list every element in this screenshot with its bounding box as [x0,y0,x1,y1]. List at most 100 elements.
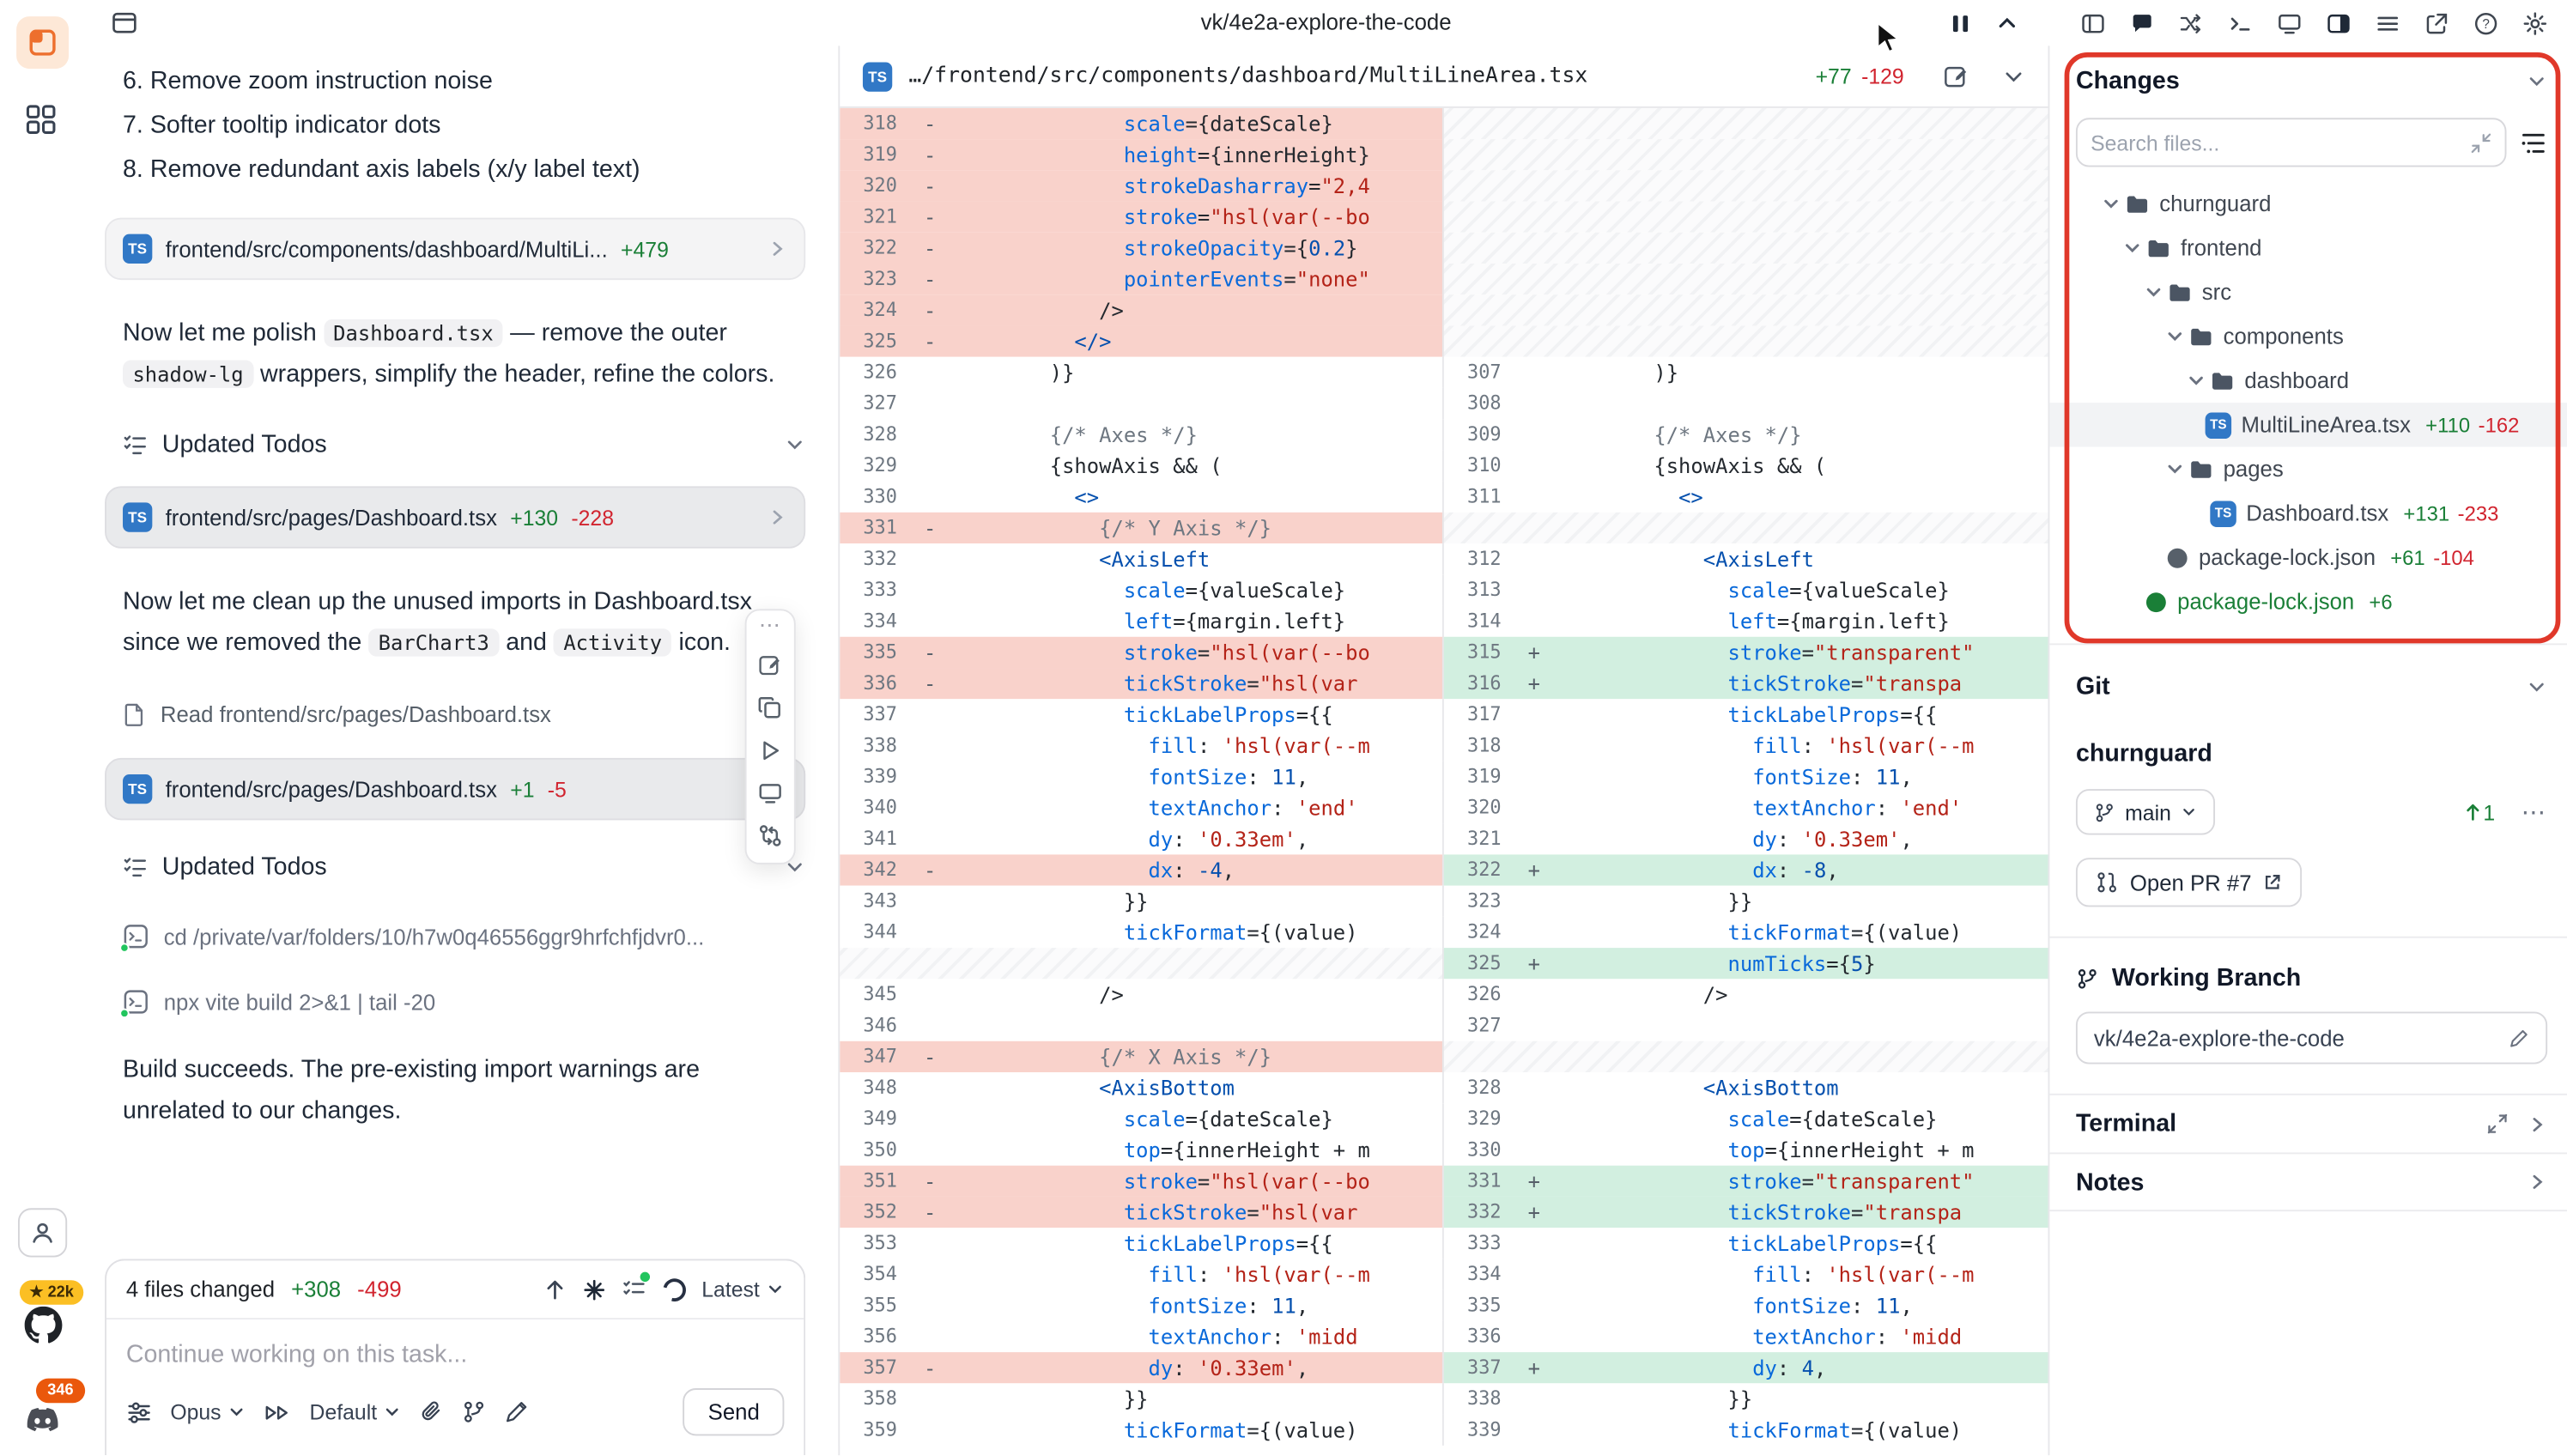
git-header[interactable]: Git [2076,664,2547,707]
diff-code-cell[interactable] [1444,294,2048,325]
diff-code-cell[interactable]: 345 /> [840,979,1444,1010]
diff-row[interactable]: 344 tickFormat={(value)324 tickFormat={(… [840,917,2048,948]
panel-right-icon[interactable] [2327,10,2352,35]
diff-code-cell[interactable]: 336 textAnchor: 'midd [1444,1321,2048,1352]
chevron-down-icon[interactable] [2526,70,2547,91]
diff-code-cell[interactable]: 348 <AxisBottom [840,1072,1444,1103]
diff-row[interactable]: 347- {/* X Axis */} [840,1041,2048,1072]
diff-code-cell[interactable]: 309 {/* Axes */} [1444,419,2048,450]
diff-row[interactable]: 358 }}338 }} [840,1383,2048,1414]
diff-row[interactable]: 325+ numTicks={5} [840,948,2048,979]
diff-code-cell[interactable]: 322+ dx: -8, [1444,854,2048,885]
terminal-panel-header[interactable]: Terminal [2049,1094,2567,1153]
chevron-right-icon[interactable] [2528,1172,2547,1192]
expand-icon[interactable] [2487,1113,2509,1135]
diff-row[interactable]: 324- /> [840,294,2048,325]
latest-dropdown[interactable]: Latest [701,1277,784,1301]
diff-code-cell[interactable]: 318 fill: 'hsl(var(--m [1444,730,2048,761]
terminal-command-row[interactable]: npx vite build 2>&1 | tail -20 [105,984,805,1020]
git-overflow-menu-icon[interactable]: ⋯ [2521,798,2548,827]
diff-row[interactable]: 337 tickLabelProps={{317 tickLabelProps=… [840,699,2048,730]
tree-view-icon[interactable] [2520,129,2547,156]
diff-row[interactable]: 318- scale={dateScale} [840,108,2048,139]
diff-code-cell[interactable]: 331+ stroke="transparent" [1444,1166,2048,1197]
diff-row[interactable]: 346327 [840,1010,2048,1041]
terminal-command-row[interactable]: cd /private/var/folders/10/h7w0q46556ggr… [105,919,805,955]
diff-code-cell[interactable]: 324- /> [840,294,1444,325]
file-search-input[interactable] [2091,130,2461,155]
mode-selector[interactable]: Default [310,1399,402,1424]
collapse-tree-icon[interactable] [2471,132,2492,154]
diff-row[interactable]: 359 tickFormat={(value)339 tickFormat={(… [840,1415,2048,1446]
diff-code-cell[interactable]: 333 tickLabelProps={{ [1444,1228,2048,1259]
updated-todos-row[interactable]: Updated Todos [105,421,805,466]
diff-code-cell[interactable]: 311 <> [1444,482,2048,513]
diff-code-cell[interactable]: 332+ tickStroke="transpa [1444,1197,2048,1228]
diff-code-cell[interactable]: 349 scale={dateScale} [840,1103,1444,1134]
diff-row[interactable]: 340 textAnchor: 'end'320 textAnchor: 'en… [840,792,2048,823]
menu-icon[interactable] [2376,10,2400,35]
notes-panel-header[interactable]: Notes [2049,1152,2567,1211]
diff-code-cell[interactable]: 335 fontSize: 11, [1444,1290,2048,1321]
diff-code-cell[interactable]: 337+ dy: 4, [1444,1352,2048,1383]
diff-row[interactable]: 348 <AxisBottom328 <AxisBottom [840,1072,2048,1103]
diff-code-cell[interactable]: 337 tickLabelProps={{ [840,699,1444,730]
diff-code-cell[interactable] [1444,139,2048,170]
diff-code-cell[interactable]: 359 tickFormat={(value) [840,1415,1444,1446]
diff-code-cell[interactable]: 320- strokeDasharray="2,4 [840,170,1444,201]
tree-folder[interactable]: dashboard [2076,359,2547,403]
diff-code-cell[interactable]: 340 textAnchor: 'end' [840,792,1444,823]
open-pr-button[interactable]: Open PR #7 [2076,858,2303,907]
diff-code-cell[interactable] [840,948,1444,979]
diff-row[interactable]: 343 }}323 }} [840,886,2048,917]
diff-code-cell[interactable]: 325+ numTicks={5} [1444,948,2048,979]
app-logo-icon[interactable] [16,16,69,69]
diff-row[interactable]: 321- stroke="hsl(var(--bo [840,202,2048,233]
tree-folder[interactable]: src [2076,270,2547,314]
diff-code-cell[interactable]: 353 tickLabelProps={{ [840,1228,1444,1259]
tree-folder[interactable]: pages [2076,447,2547,491]
help-icon[interactable]: ? [2473,10,2498,35]
diff-code-cell[interactable] [1444,233,2048,264]
diff-code-cell[interactable]: 339 fontSize: 11, [840,761,1444,792]
chevron-down-icon[interactable] [2526,676,2547,697]
diff-row[interactable]: 357- dy: '0.33em',337+ dy: 4, [840,1352,2048,1383]
terminal-icon[interactable] [2228,10,2253,35]
diff-code-cell[interactable]: 357- dy: '0.33em', [840,1352,1444,1383]
github-icon[interactable] [25,1307,63,1344]
diff-code-cell[interactable]: 330 top={innerHeight + m [1444,1134,2048,1165]
diff-code-cell[interactable]: 354 fill: 'hsl(var(--m [840,1259,1444,1289]
diff-row[interactable]: 326 )}307 )} [840,357,2048,388]
diff-code-cell[interactable]: 307 )} [1444,357,2048,388]
settings-gear-icon[interactable] [2523,10,2548,35]
diff-row[interactable]: 329 {showAxis && (310 {showAxis && ( [840,450,2048,481]
diff-code-cell[interactable]: 313 scale={valueScale} [1444,574,2048,605]
discord-icon[interactable] [23,1401,63,1441]
diff-row[interactable]: 320- strokeDasharray="2,4 [840,170,2048,201]
diff-code-cell[interactable]: 326 /> [1444,979,2048,1010]
diff-row[interactable]: 354 fill: 'hsl(var(--m334 fill: 'hsl(var… [840,1259,2048,1289]
paperclip-icon[interactable] [420,1399,445,1424]
open-in-editor-icon[interactable] [1943,63,1969,89]
message-input[interactable] [106,1320,804,1368]
diff-row[interactable]: 323- pointerEvents="none" [840,264,2048,294]
model-selector[interactable]: Opus [170,1399,246,1424]
github-stars-badge[interactable]: ★ 22k [20,1280,83,1305]
diff-row[interactable]: 351- stroke="hsl(var(--bo331+ stroke="tr… [840,1166,2048,1197]
diff-code-cell[interactable]: 329 {showAxis && ( [840,450,1444,481]
tree-folder[interactable]: churnguard [2076,182,2547,226]
send-button[interactable]: Send [683,1388,784,1435]
diff-code-cell[interactable]: 308 [1444,388,2048,419]
diff-code-cell[interactable]: 314 left={margin.left} [1444,606,2048,637]
diff-row[interactable]: 331- {/* Y Axis */} [840,513,2048,543]
diff-code-cell[interactable]: 322- strokeOpacity={0.2} [840,233,1444,264]
share-icon[interactable] [2424,10,2449,35]
diff-code-cell[interactable] [1444,325,2048,356]
diff-row[interactable]: 330 <>311 <> [840,482,2048,513]
diff-row[interactable]: 341 dy: '0.33em',321 dy: '0.33em', [840,823,2048,854]
diff-row[interactable]: 350 top={innerHeight + m330 top={innerHe… [840,1134,2048,1165]
pause-icon[interactable] [1950,12,1971,33]
todos-status-icon[interactable] [622,1277,646,1301]
run-icon[interactable] [758,738,783,763]
diff-code-cell[interactable]: 339 tickFormat={(value) [1444,1415,2048,1446]
